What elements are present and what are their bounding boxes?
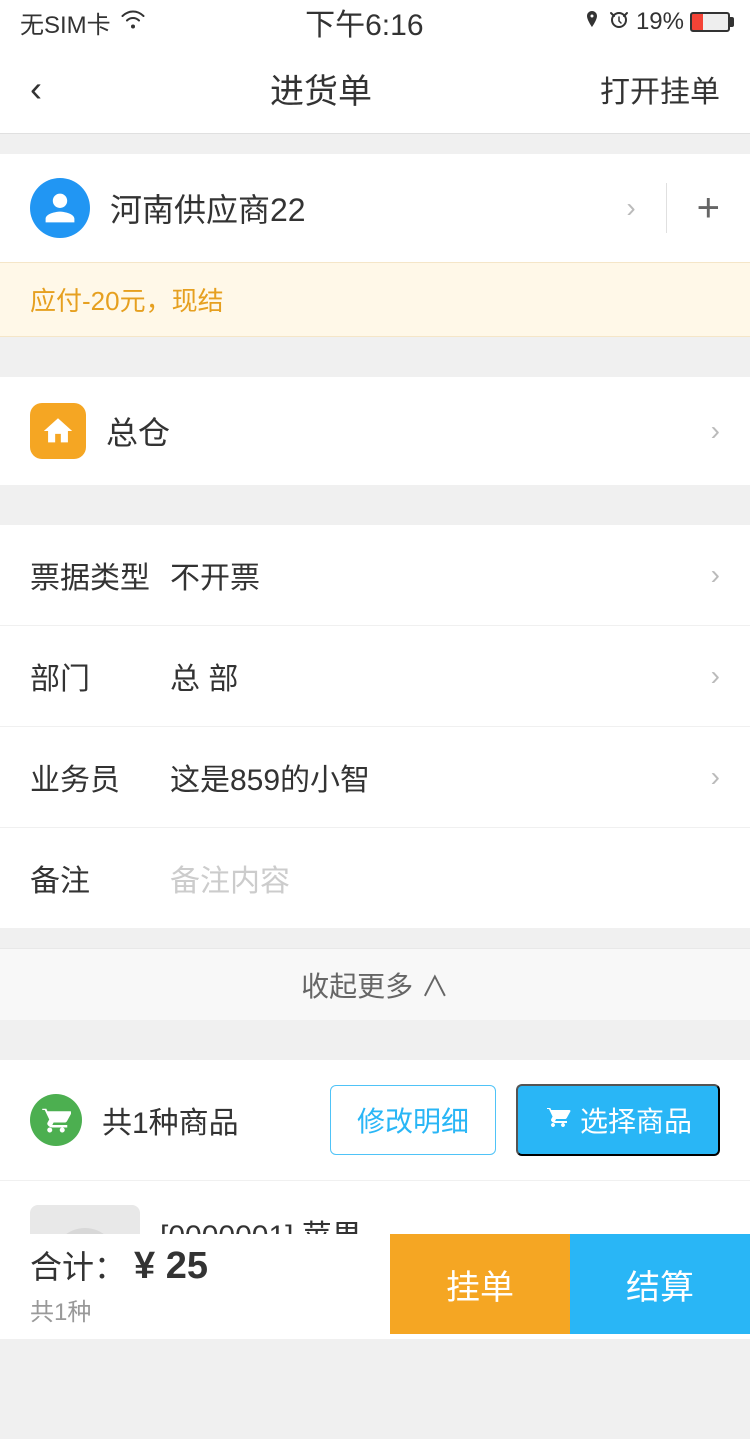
status-time: 下午6:16 [305, 0, 423, 44]
battery-icon [690, 12, 730, 32]
carrier-text: 无SIM卡 [20, 5, 111, 40]
invoice-type-row[interactable]: 票据类型 不开票 › [0, 525, 750, 626]
salesman-chevron-icon: › [711, 761, 720, 793]
salesman-value: 这是859的小智 [170, 755, 711, 799]
warehouse-chevron-icon: › [711, 415, 720, 447]
supplier-right: › + [626, 183, 720, 233]
warehouse-icon-wrap [30, 403, 86, 459]
location-icon [582, 8, 602, 36]
warehouse-name: 总仓 [106, 408, 711, 454]
status-left: 无SIM卡 [20, 5, 147, 40]
supplier-row[interactable]: 河南供应商22 › + [0, 154, 750, 262]
salesman-row[interactable]: 业务员 这是859的小智 › [0, 727, 750, 828]
department-value: 总 部 [170, 654, 711, 698]
checkout-button[interactable]: 结算 [570, 1234, 750, 1334]
warehouse-row[interactable]: 总仓 › [0, 377, 750, 485]
supplier-section: 河南供应商22 › + 应付-20元，现结 [0, 154, 750, 337]
product-count-text: 共1种商品 [102, 1098, 310, 1142]
section-gap-4 [0, 1020, 750, 1040]
cart-icon [544, 1104, 572, 1136]
invoice-type-value: 不开票 [170, 553, 711, 597]
supplier-name: 河南供应商22 [110, 185, 626, 231]
bottom-total-sub: 共1种 [30, 1292, 360, 1327]
invoice-type-chevron-icon: › [711, 559, 720, 591]
total-amount: ¥ 25 [134, 1245, 208, 1288]
pending-button[interactable]: 挂单 [390, 1234, 570, 1334]
supplier-add-icon[interactable]: + [697, 186, 720, 231]
alarm-icon [608, 8, 630, 37]
warehouse-section: 总仓 › [0, 377, 750, 485]
status-bar: 无SIM卡 下午6:16 19% [0, 0, 750, 44]
collapse-label: 收起更多 ∧ [301, 965, 449, 1005]
status-right: 19% [582, 8, 730, 37]
section-gap-1 [0, 134, 750, 154]
bottom-total-main: 合计： ¥ 25 [30, 1242, 360, 1288]
wifi-icon [119, 8, 147, 36]
remark-placeholder: 备注内容 [170, 856, 720, 900]
back-button[interactable]: ‹ [30, 68, 42, 110]
supplier-notice: 应付-20元，现结 [0, 262, 750, 337]
section-gap-2 [0, 337, 750, 357]
department-chevron-icon: › [711, 660, 720, 692]
bottom-bar: 合计： ¥ 25 共1种 挂单 结算 [0, 1234, 750, 1334]
department-label: 部门 [30, 654, 170, 698]
bottom-total: 合计： ¥ 25 共1种 [0, 1242, 390, 1327]
edit-detail-button[interactable]: 修改明细 [330, 1085, 496, 1155]
select-product-button[interactable]: 选择商品 [516, 1084, 720, 1156]
product-count-icon-wrap [30, 1094, 82, 1146]
section-gap-3 [0, 485, 750, 505]
salesman-label: 业务员 [30, 755, 170, 799]
page-title: 进货单 [270, 64, 372, 113]
invoice-type-label: 票据类型 [30, 553, 170, 597]
form-section: 票据类型 不开票 › 部门 总 部 › 业务员 这是859的小智 › 备注 备注… [0, 525, 750, 928]
department-row[interactable]: 部门 总 部 › [0, 626, 750, 727]
product-header: 共1种商品 修改明细 选择商品 [0, 1060, 750, 1180]
remark-label: 备注 [30, 856, 170, 900]
supplier-avatar [30, 178, 90, 238]
supplier-chevron-icon: › [626, 192, 635, 224]
header: ‹ 进货单 打开挂单 [0, 44, 750, 134]
total-label: 合计： [30, 1242, 126, 1288]
collapse-bar[interactable]: 收起更多 ∧ [0, 948, 750, 1020]
select-product-label: 选择商品 [580, 1100, 692, 1140]
open-pending-button[interactable]: 打开挂单 [600, 67, 720, 111]
supplier-divider [666, 183, 667, 233]
remark-row[interactable]: 备注 备注内容 [0, 828, 750, 928]
battery-text: 19% [636, 8, 684, 36]
